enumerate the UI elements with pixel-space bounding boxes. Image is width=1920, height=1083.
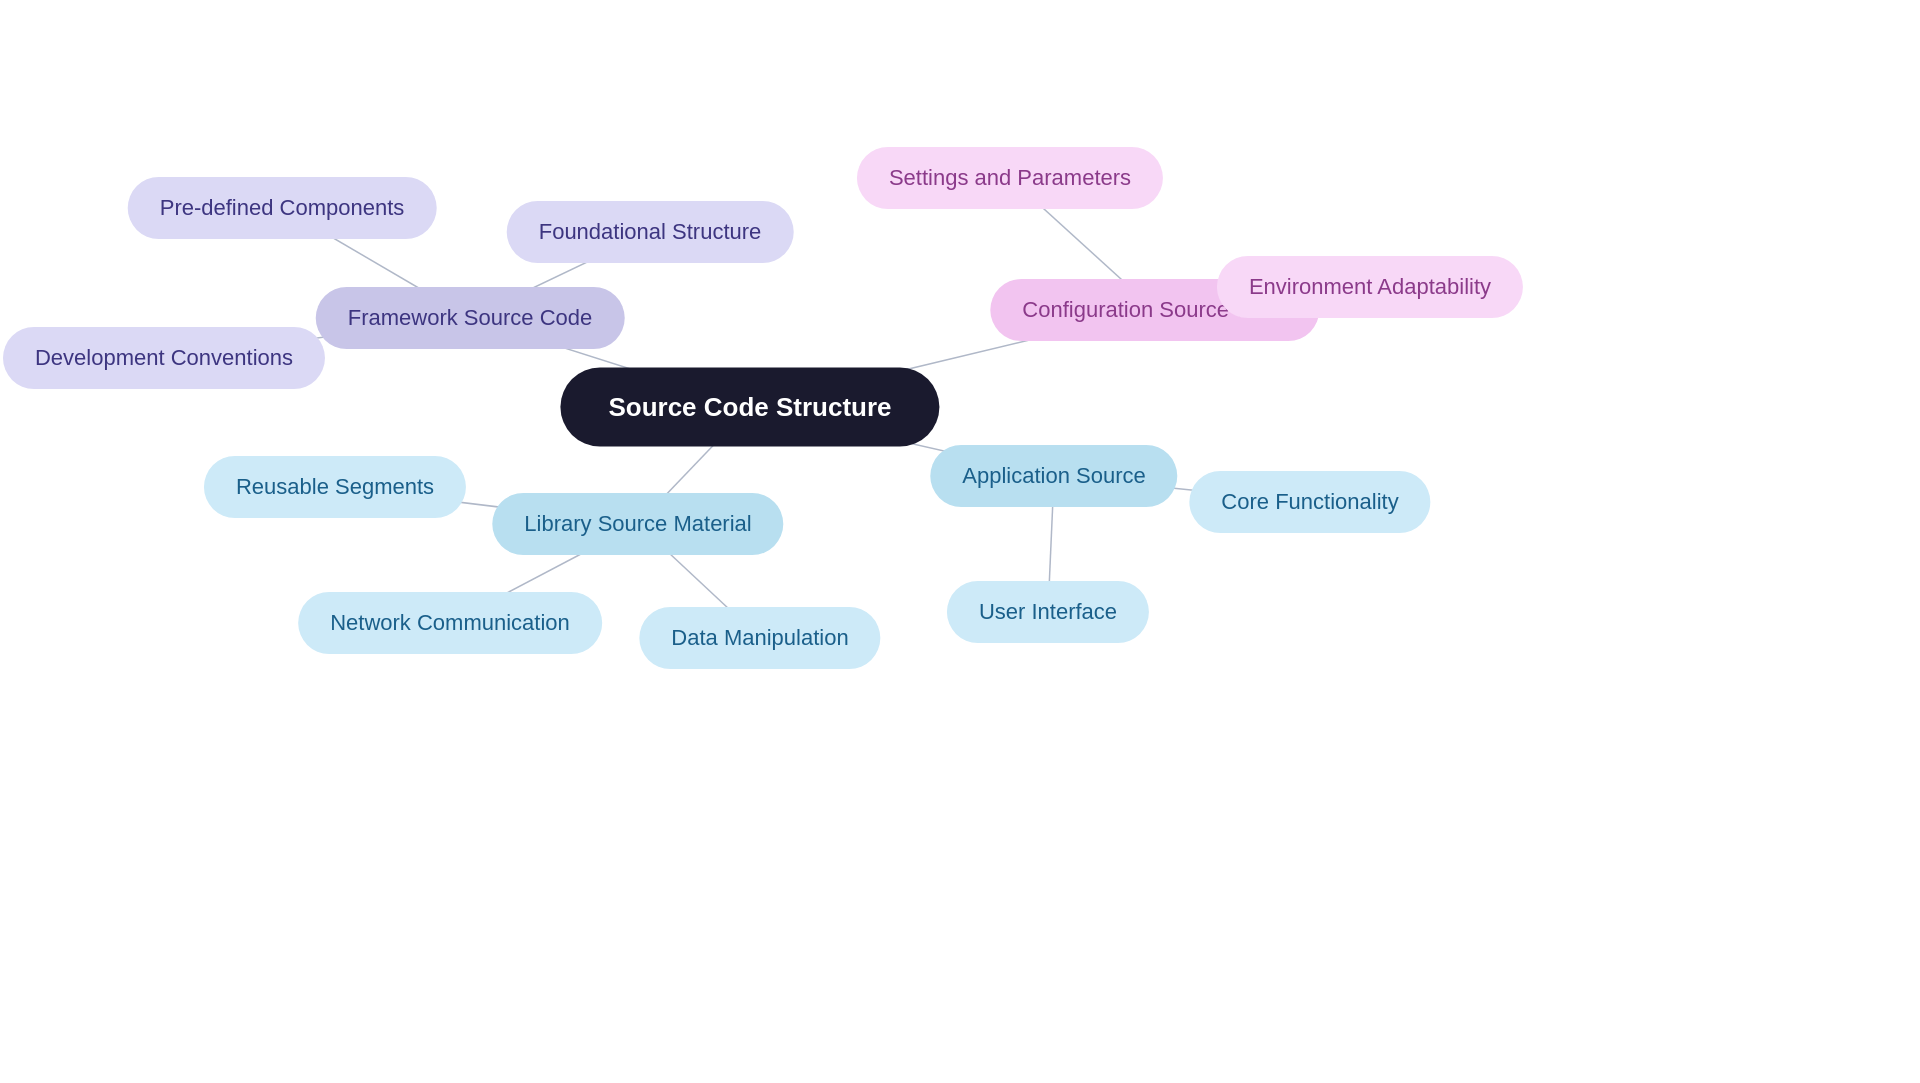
envadapt-node[interactable]: Environment Adaptability — [1217, 256, 1523, 318]
network-node[interactable]: Network Communication — [298, 592, 602, 654]
center-node[interactable]: Source Code Structure — [560, 368, 939, 447]
settings-node[interactable]: Settings and Parameters — [857, 147, 1163, 209]
userinterface-node[interactable]: User Interface — [947, 581, 1149, 643]
framework-node[interactable]: Framework Source Code — [316, 287, 625, 349]
datamanip-node[interactable]: Data Manipulation — [639, 607, 880, 669]
devconventions-node[interactable]: Development Conventions — [3, 327, 325, 389]
appsource-node[interactable]: Application Source — [930, 445, 1177, 507]
foundational-node[interactable]: Foundational Structure — [507, 201, 794, 263]
corefunc-node[interactable]: Core Functionality — [1189, 471, 1430, 533]
reusable-node[interactable]: Reusable Segments — [204, 456, 466, 518]
libsource-node[interactable]: Library Source Material — [492, 493, 783, 555]
predefined-node[interactable]: Pre-defined Components — [128, 177, 437, 239]
